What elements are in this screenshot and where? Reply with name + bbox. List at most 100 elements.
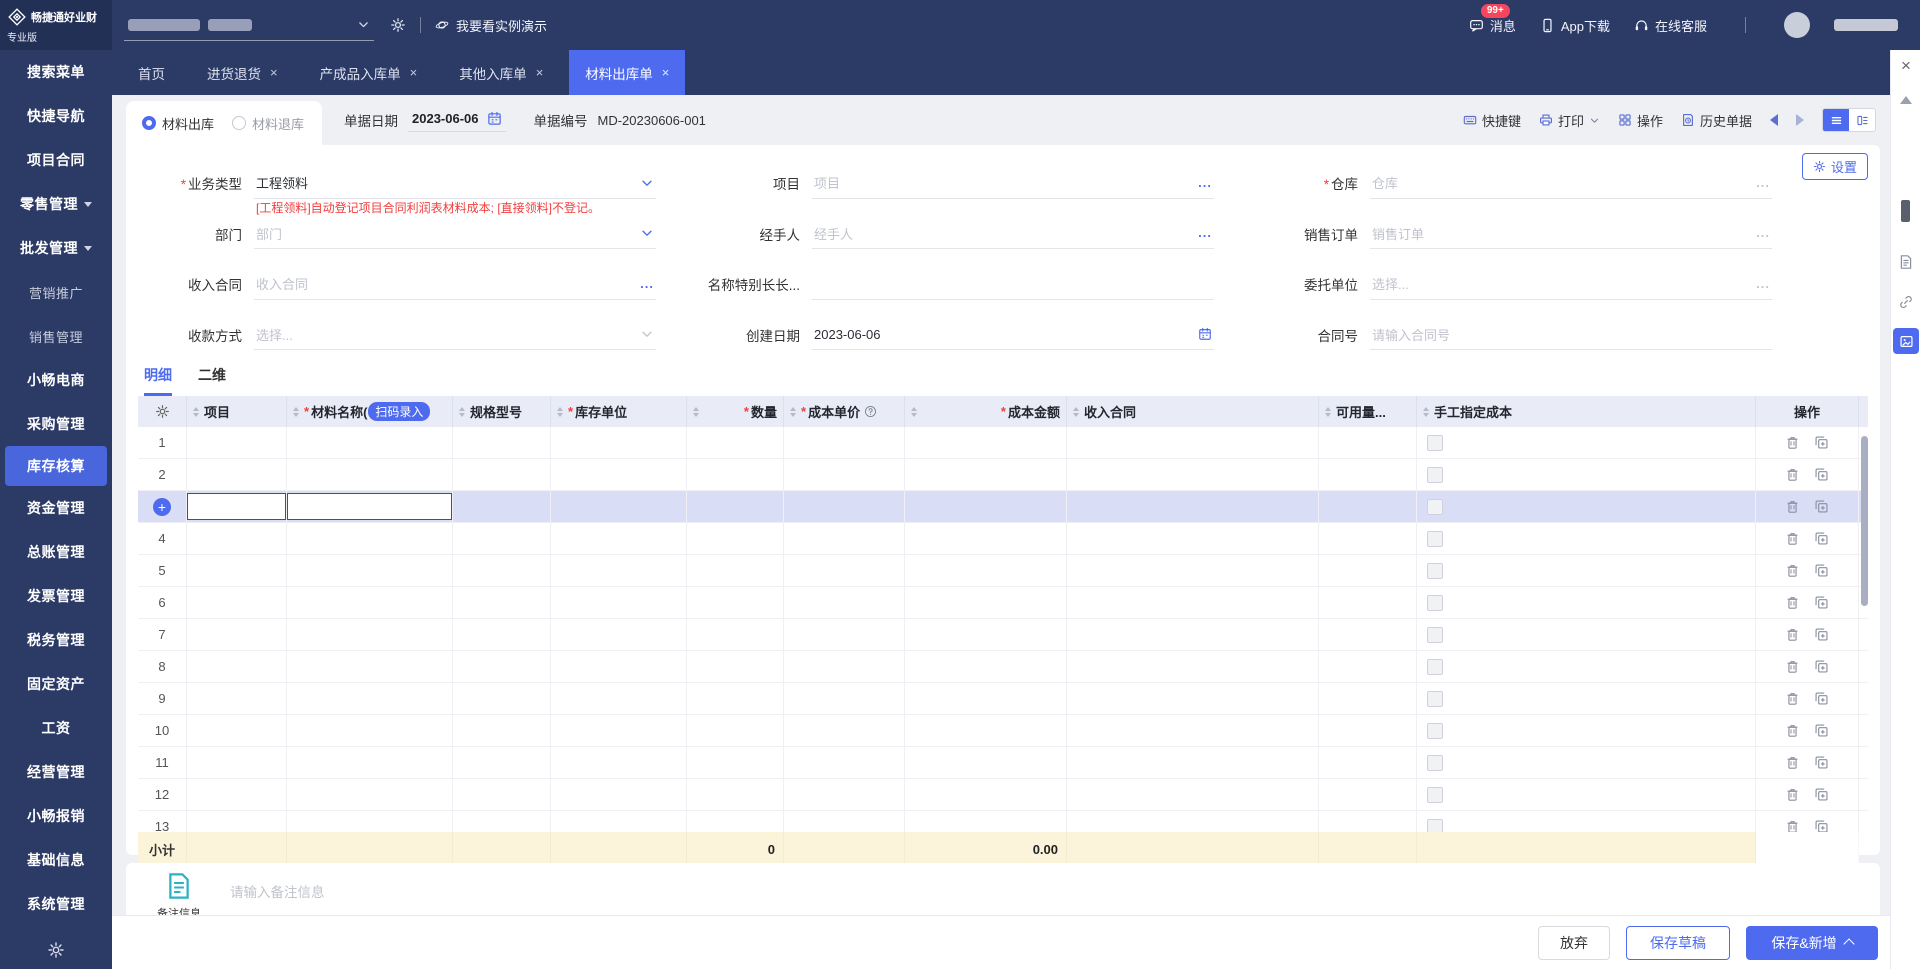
copy-row-icon[interactable] xyxy=(1814,627,1829,642)
ellipsis-picker-icon[interactable]: ... xyxy=(1756,176,1770,189)
doc-date-input[interactable]: 2023-06-06 xyxy=(408,108,506,132)
tab-close-icon[interactable]: × xyxy=(536,65,544,80)
table-cell[interactable] xyxy=(287,715,453,746)
sidebar-item[interactable]: 总账管理 xyxy=(0,530,112,574)
table-cell[interactable] xyxy=(687,427,784,458)
table-row[interactable]: + xyxy=(138,491,1868,523)
tab[interactable]: 首页 xyxy=(122,50,181,95)
copy-row-icon[interactable] xyxy=(1814,819,1829,832)
table-cell[interactable] xyxy=(1319,587,1417,618)
table-cell[interactable] xyxy=(905,747,1067,778)
table-cell[interactable] xyxy=(905,811,1067,832)
table-cell[interactable] xyxy=(784,811,905,832)
table-cell[interactable] xyxy=(784,715,905,746)
table-cell[interactable] xyxy=(1067,683,1319,714)
sidebar-item[interactable]: 固定资产 xyxy=(0,662,112,706)
chevron-down-icon[interactable] xyxy=(640,176,654,190)
table-cell[interactable] xyxy=(287,683,453,714)
trash-icon[interactable] xyxy=(1785,659,1800,674)
sidebar-item[interactable]: 基础信息 xyxy=(0,838,112,882)
copy-row-icon[interactable] xyxy=(1814,755,1829,770)
table-cell[interactable] xyxy=(287,587,453,618)
table-cell[interactable] xyxy=(784,587,905,618)
table-cell[interactable] xyxy=(687,811,784,832)
table-cell[interactable] xyxy=(1067,427,1319,458)
table-cell[interactable] xyxy=(1319,779,1417,810)
avatar[interactable] xyxy=(1784,12,1810,38)
table-cell[interactable] xyxy=(1067,651,1319,682)
card-view-toggle[interactable] xyxy=(1849,109,1875,131)
trash-icon[interactable] xyxy=(1785,787,1800,802)
manual-cost-checkbox[interactable] xyxy=(1427,690,1443,707)
table-cell[interactable] xyxy=(287,523,453,554)
sidebar-item[interactable]: 小畅电商 xyxy=(0,358,112,402)
manual-cost-checkbox[interactable] xyxy=(1427,498,1443,515)
table-cell[interactable] xyxy=(687,491,784,522)
table-cell[interactable] xyxy=(453,459,551,490)
sidebar-settings-button[interactable] xyxy=(0,941,112,959)
table-cell[interactable] xyxy=(1319,715,1417,746)
form-field-input[interactable]: 2023-06-06 xyxy=(812,319,1214,350)
copy-row-icon[interactable] xyxy=(1814,531,1829,546)
form-field-input[interactable]: 部门 xyxy=(254,218,656,249)
table-cell[interactable] xyxy=(453,523,551,554)
manual-cost-checkbox[interactable] xyxy=(1427,434,1443,451)
column-header[interactable]: * 库存单位 xyxy=(551,396,687,427)
remark-input[interactable]: 请输入备注信息 xyxy=(230,881,325,901)
table-row[interactable]: 11 xyxy=(138,747,1868,779)
table-cell[interactable] xyxy=(1067,587,1319,618)
table-cell[interactable] xyxy=(187,587,287,618)
calendar-icon[interactable] xyxy=(487,111,502,126)
table-row[interactable]: 4 xyxy=(138,523,1868,555)
settings-button[interactable]: 设置 xyxy=(1801,153,1868,180)
table-cell[interactable] xyxy=(453,779,551,810)
table-cell[interactable] xyxy=(187,555,287,586)
table-row[interactable]: 8 xyxy=(138,651,1868,683)
table-cell[interactable] xyxy=(187,651,287,682)
table-row[interactable]: 6 xyxy=(138,587,1868,619)
copy-row-icon[interactable] xyxy=(1814,563,1829,578)
table-cell[interactable] xyxy=(687,555,784,586)
table-cell[interactable] xyxy=(1319,811,1417,832)
history-docs-button[interactable]: 历史单据 xyxy=(1681,111,1752,130)
table-cell[interactable] xyxy=(187,619,287,650)
table-cell[interactable] xyxy=(453,619,551,650)
sidebar-item[interactable]: 采购管理 xyxy=(0,402,112,446)
table-cell[interactable] xyxy=(784,491,905,522)
table-cell[interactable] xyxy=(1319,427,1417,458)
table-cell[interactable] xyxy=(687,747,784,778)
table-cell[interactable] xyxy=(905,779,1067,810)
doc-type-radio[interactable]: 材料出库 xyxy=(142,114,214,133)
sort-icon[interactable] xyxy=(790,406,796,417)
table-cell[interactable] xyxy=(551,459,687,490)
link-tool-icon[interactable] xyxy=(1898,294,1914,310)
trash-icon[interactable] xyxy=(1785,435,1800,450)
actions-button[interactable]: 操作 xyxy=(1618,111,1663,130)
table-cell[interactable] xyxy=(1067,459,1319,490)
column-header[interactable]: 规格型号 xyxy=(453,396,551,427)
column-header[interactable]: * 材料名称(扫码录入 xyxy=(287,396,453,427)
table-cell[interactable] xyxy=(784,619,905,650)
table-cell[interactable] xyxy=(1067,523,1319,554)
table-cell[interactable] xyxy=(287,619,453,650)
table-cell[interactable] xyxy=(287,747,453,778)
detail-tab[interactable]: 明细 xyxy=(144,365,172,396)
table-cell[interactable] xyxy=(905,555,1067,586)
table-cell[interactable] xyxy=(1319,619,1417,650)
table-cell[interactable] xyxy=(551,715,687,746)
trash-icon[interactable] xyxy=(1785,499,1800,514)
save-and-new-button[interactable]: 保存&新增 xyxy=(1746,925,1878,960)
trash-icon[interactable] xyxy=(1785,819,1800,832)
org-selector[interactable] xyxy=(124,9,374,41)
table-cell[interactable] xyxy=(905,619,1067,650)
table-cell[interactable] xyxy=(1067,779,1319,810)
scan-entry-badge[interactable]: 扫码录入 xyxy=(368,402,431,421)
table-row[interactable]: 2 xyxy=(138,459,1868,491)
table-cell[interactable] xyxy=(905,459,1067,490)
table-cell[interactable] xyxy=(905,587,1067,618)
help-icon[interactable] xyxy=(864,405,877,418)
table-cell[interactable] xyxy=(187,491,287,522)
table-cell[interactable] xyxy=(287,779,453,810)
cell-edit-input[interactable] xyxy=(287,493,452,520)
tab-close-icon[interactable]: × xyxy=(410,65,418,80)
